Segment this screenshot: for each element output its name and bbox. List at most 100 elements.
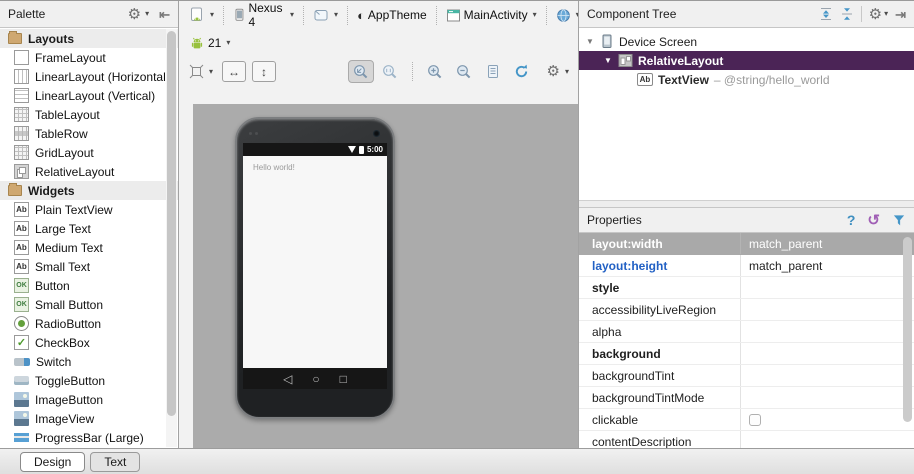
zoom-actual-size-button[interactable] <box>377 60 403 83</box>
palette-scrollbar[interactable] <box>166 29 177 447</box>
disclosure-icon[interactable]: ▼ <box>603 56 613 65</box>
property-value[interactable] <box>741 277 914 298</box>
property-value[interactable] <box>741 431 914 448</box>
toolbar-separator <box>435 5 437 25</box>
palette-item-button[interactable]: OK Button <box>0 276 178 295</box>
palette-item-switch[interactable]: Switch <box>0 352 178 371</box>
zoom-fit-button[interactable] <box>347 60 374 83</box>
property-row-clickable[interactable]: clickable <box>579 409 914 431</box>
zoom-to-fit-button[interactable]: ▾ <box>186 62 216 81</box>
stretch-width-button[interactable]: ↔ <box>222 61 247 82</box>
property-value[interactable]: match_parent <box>741 255 914 276</box>
palette-item-large-text[interactable]: Ab Large Text <box>0 219 178 238</box>
palette-item-label: RadioButton <box>35 316 102 331</box>
wifi-icon <box>347 146 356 153</box>
theme-label: AppTheme <box>367 8 427 22</box>
property-row-accessibilityliveregion[interactable]: accessibilityLiveRegion <box>579 299 914 321</box>
palette-item-linearlayout-vertical[interactable]: LinearLayout (Vertical) <box>0 86 178 105</box>
palette-section-layouts[interactable]: Layouts <box>0 29 178 48</box>
palette-panel: Palette ⚙ ▾ ⇤ Layouts FrameLayout Linear… <box>0 1 179 448</box>
palette-section-label: Layouts <box>28 31 75 46</box>
palette-item-plain-textview[interactable]: Ab Plain TextView <box>0 200 178 219</box>
clickable-checkbox[interactable] <box>749 413 761 426</box>
properties-scrollbar-thumb[interactable] <box>903 237 912 422</box>
design-canvas[interactable]: 5:00 Hello world! ◁ ○ □ <box>179 86 578 448</box>
palette-item-tablerow[interactable]: TableRow <box>0 124 178 143</box>
property-value[interactable] <box>741 365 914 386</box>
property-row-layout-height[interactable]: layout:height match_parent <box>579 255 914 277</box>
zoom-in-icon <box>427 64 441 78</box>
palette-item-framelayout[interactable]: FrameLayout <box>0 48 178 67</box>
palette-item-linearlayout-horizontal[interactable]: LinearLayout (Horizontal) <box>0 67 178 86</box>
expand-all-icon[interactable] <box>819 7 833 21</box>
palette-gear-icon[interactable]: ⚙ <box>128 7 141 22</box>
device-screen-preview[interactable]: 5:00 Hello world! ◁ ○ □ <box>243 143 387 389</box>
stretch-height-button[interactable]: ↕ <box>252 61 277 82</box>
nav-back-icon: ◁ <box>283 371 293 386</box>
palette-item-progressbar-large[interactable]: ProgressBar (Large) <box>0 428 178 447</box>
device-selector[interactable]: Nexus 4 ▾ <box>230 1 297 31</box>
gridlayout-icon <box>14 145 29 160</box>
palette-gear-caret-icon[interactable]: ▾ <box>145 10 149 18</box>
property-value[interactable] <box>741 387 914 408</box>
property-value[interactable] <box>741 321 914 342</box>
property-row-layout-width[interactable]: layout:width match_parent <box>579 233 914 255</box>
designer-options-button[interactable]: ⚙ ▾ <box>544 62 572 81</box>
palette-item-small-button[interactable]: OK Small Button <box>0 295 178 314</box>
hello-world-textview[interactable]: Hello world! <box>243 156 387 172</box>
android-icon <box>191 37 203 48</box>
theme-selector[interactable]: ◐ AppTheme <box>354 6 430 24</box>
palette-item-gridlayout[interactable]: GridLayout <box>0 143 178 162</box>
layout-preview-content[interactable]: Hello world! <box>243 156 387 368</box>
property-name: backgroundTint <box>579 365 741 386</box>
render-config-button[interactable]: ▾ <box>186 5 217 25</box>
orientation-selector[interactable]: ▾ <box>310 5 341 25</box>
api-level-selector[interactable]: 21 ▾ <box>186 33 233 54</box>
palette-item-imageview[interactable]: ImageView <box>0 409 178 428</box>
property-row-background[interactable]: background <box>579 343 914 365</box>
tablerow-icon <box>14 126 29 141</box>
preview-docked-button[interactable] <box>480 60 506 83</box>
zoom-1to1-icon <box>382 64 396 78</box>
help-icon[interactable]: ? <box>847 212 856 228</box>
property-row-backgroundtintmode[interactable]: backgroundTintMode <box>579 387 914 409</box>
panel-splitter[interactable]: ······ <box>579 200 914 216</box>
tree-row-device-screen[interactable]: ▼ Device Screen <box>579 32 914 51</box>
component-tree-header: Component Tree ⚙ ▾ ⇥ <box>579 1 914 28</box>
tree-dock-icon[interactable]: ⇥ <box>895 8 906 21</box>
textview-icon: Ab <box>14 221 29 236</box>
palette-item-checkbox[interactable]: ✓ CheckBox <box>0 333 178 352</box>
disclosure-icon[interactable]: ▼ <box>585 37 595 46</box>
zoom-fit-icon <box>353 64 367 78</box>
property-row-backgroundtint[interactable]: backgroundTint <box>579 365 914 387</box>
zoom-in-button[interactable] <box>422 60 448 83</box>
tab-design[interactable]: Design <box>20 452 86 472</box>
tree-options-button[interactable]: ⚙ ▾ <box>869 7 888 22</box>
property-value[interactable] <box>741 343 914 364</box>
palette-item-relativelayout[interactable]: RelativeLayout <box>0 162 178 181</box>
properties-header: Properties ? ↺ <box>579 208 914 233</box>
property-row-alpha[interactable]: alpha <box>579 321 914 343</box>
collapse-all-icon[interactable] <box>840 7 854 21</box>
zoom-out-button[interactable] <box>451 60 477 83</box>
palette-section-widgets[interactable]: Widgets <box>0 181 178 200</box>
refresh-button[interactable] <box>509 60 535 83</box>
activity-selector[interactable]: MainActivity ▾ <box>443 6 540 25</box>
restore-default-icon[interactable]: ↺ <box>867 213 880 228</box>
tree-row-relativelayout[interactable]: ▼ RelativeLayout <box>579 51 914 70</box>
palette-item-togglebutton[interactable]: ToggleButton <box>0 371 178 390</box>
palette-item-medium-text[interactable]: Ab Medium Text <box>0 238 178 257</box>
property-row-contentdescription[interactable]: contentDescription <box>579 431 914 448</box>
palette-item-radiobutton[interactable]: RadioButton <box>0 314 178 333</box>
palette-dock-icon[interactable]: ⇤ <box>159 8 170 21</box>
palette-scrollbar-thumb[interactable] <box>167 31 176 416</box>
property-value[interactable] <box>741 299 914 320</box>
property-row-style[interactable]: style <box>579 277 914 299</box>
filter-icon[interactable] <box>892 213 906 227</box>
tree-row-textview[interactable]: Ab TextView – @string/hello_world <box>579 70 914 89</box>
tab-text[interactable]: Text <box>90 452 141 472</box>
property-value[interactable]: match_parent <box>741 233 914 254</box>
palette-item-small-text[interactable]: Ab Small Text <box>0 257 178 276</box>
palette-item-tablelayout[interactable]: TableLayout <box>0 105 178 124</box>
palette-item-imagebutton[interactable]: ImageButton <box>0 390 178 409</box>
